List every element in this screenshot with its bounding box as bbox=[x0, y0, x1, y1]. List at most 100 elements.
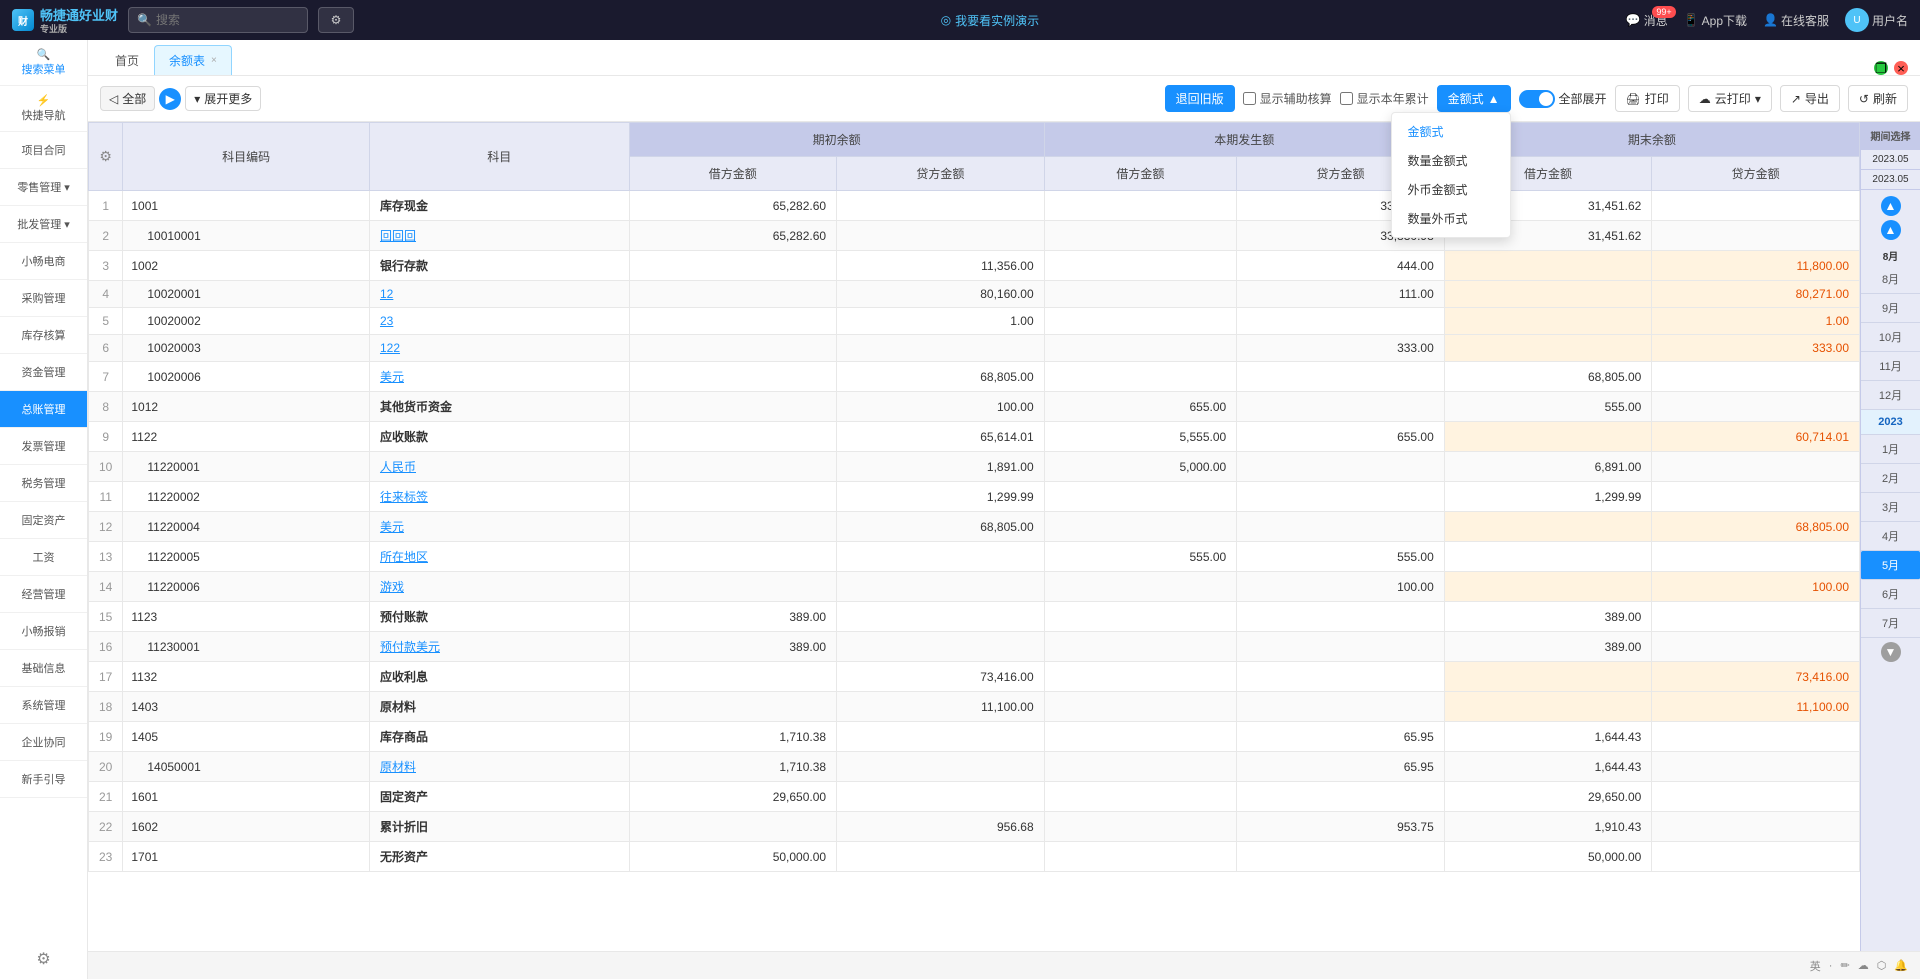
account-link[interactable]: 回回回 bbox=[380, 229, 416, 243]
table-row[interactable]: 11 11220002 往来标签 1,299.99 1,299.99 bbox=[89, 482, 1860, 512]
sidebar-item-系统管理[interactable]: 系统管理 bbox=[0, 687, 87, 724]
sidebar-item-经营管理[interactable]: 经营管理 bbox=[0, 576, 87, 613]
sidebar-item-小畅电商[interactable]: 小畅电商 bbox=[0, 243, 87, 280]
period-year-2023[interactable]: 2023 bbox=[1861, 410, 1920, 435]
table-row[interactable]: 2 10010001 回回回 65,282.60 33,830.98 31,45… bbox=[89, 221, 1860, 251]
cell-name[interactable]: 人民币 bbox=[369, 452, 629, 482]
account-link[interactable]: 往来标签 bbox=[380, 490, 428, 504]
period-month-12[interactable]: 12月 bbox=[1861, 381, 1920, 410]
expand-all-toggle[interactable]: 全部展开 bbox=[1519, 90, 1607, 108]
table-row[interactable]: 3 1002 银行存款 11,356.00 444.00 11,800.00 bbox=[89, 251, 1860, 281]
cell-name[interactable]: 23 bbox=[369, 308, 629, 335]
sidebar-item-采购管理[interactable]: 采购管理 bbox=[0, 280, 87, 317]
period-month-3[interactable]: 3月 bbox=[1861, 493, 1920, 522]
account-link[interactable]: 游戏 bbox=[380, 580, 404, 594]
table-row[interactable]: 9 1122 应收账款 65,614.01 5,555.00 655.00 60… bbox=[89, 422, 1860, 452]
account-link[interactable]: 美元 bbox=[380, 370, 404, 384]
table-row[interactable]: 13 11220005 所在地区 555.00 555.00 bbox=[89, 542, 1860, 572]
tab-home[interactable]: 首页 bbox=[100, 45, 154, 75]
sidebar-nav[interactable]: ⚡ 快捷导航 bbox=[0, 86, 87, 132]
show-auxiliary-check[interactable]: 显示辅助核算 bbox=[1243, 90, 1332, 107]
table-row[interactable]: 19 1405 库存商品 1,710.38 65.95 1,644.43 bbox=[89, 722, 1860, 752]
period-month-9[interactable]: 9月 bbox=[1861, 294, 1920, 323]
account-link[interactable]: 人民币 bbox=[380, 460, 416, 474]
cell-name[interactable]: 美元 bbox=[369, 362, 629, 392]
sidebar-item-库存核算[interactable]: 库存核算 bbox=[0, 317, 87, 354]
sidebar-item-总账管理[interactable]: 总账管理 bbox=[0, 391, 87, 428]
table-row[interactable]: 5 10020002 23 1.00 1.00 bbox=[89, 308, 1860, 335]
sidebar-item-基础信息[interactable]: 基础信息 bbox=[0, 650, 87, 687]
refresh-btn[interactable]: ↺ 刷新 bbox=[1848, 85, 1908, 112]
expand-more-btn[interactable]: ▾ 展开更多 bbox=[185, 86, 261, 111]
top-search-input[interactable] bbox=[156, 13, 276, 27]
tab-balance[interactable]: 余额表 × bbox=[154, 45, 232, 75]
sidebar-settings-btn[interactable]: ⚙ bbox=[4, 949, 83, 969]
sidebar-item-工资[interactable]: 工资 bbox=[0, 539, 87, 576]
table-row[interactable]: 12 11220004 美元 68,805.00 68,805.00 bbox=[89, 512, 1860, 542]
format-option-foreign-amount[interactable]: 外币金额式 bbox=[1392, 175, 1510, 204]
table-settings-btn[interactable]: ⚙ bbox=[99, 148, 112, 164]
table-row[interactable]: 1 1001 库存现金 65,282.60 33,830.98 31,451.6… bbox=[89, 191, 1860, 221]
table-row[interactable]: 20 14050001 原材料 1,710.38 65.95 1,644.43 bbox=[89, 752, 1860, 782]
sidebar-item-批发管理[interactable]: 批发管理 ▾ bbox=[0, 206, 87, 243]
cell-name[interactable]: 美元 bbox=[369, 512, 629, 542]
status-lang[interactable]: 英 bbox=[1810, 958, 1821, 974]
format-option-qty-amount[interactable]: 数量金额式 bbox=[1392, 146, 1510, 175]
period-month-1[interactable]: 1月 bbox=[1861, 435, 1920, 464]
cell-name[interactable]: 预付款美元 bbox=[369, 632, 629, 662]
cloud-print-btn[interactable]: ☁ 云打印 ▾ bbox=[1688, 85, 1772, 112]
period-month-4[interactable]: 4月 bbox=[1861, 522, 1920, 551]
table-row[interactable]: 6 10020003 122 333.00 333.00 bbox=[89, 335, 1860, 362]
table-row[interactable]: 14 11220006 游戏 100.00 100.00 bbox=[89, 572, 1860, 602]
format-option-qty-foreign[interactable]: 数量外币式 bbox=[1392, 204, 1510, 233]
period-month-7[interactable]: 7月 bbox=[1861, 609, 1920, 638]
table-row[interactable]: 15 1123 预付账款 389.00 389.00 bbox=[89, 602, 1860, 632]
period-month-10[interactable]: 10月 bbox=[1861, 323, 1920, 352]
account-link[interactable]: 预付款美元 bbox=[380, 640, 440, 654]
config-btn[interactable]: ⚙ bbox=[318, 7, 354, 33]
message-btn[interactable]: 💬 消息 99+ bbox=[1626, 12, 1668, 29]
period-month-5[interactable]: 5月 bbox=[1861, 551, 1920, 580]
sidebar-item-税务管理[interactable]: 税务管理 bbox=[0, 465, 87, 502]
table-row[interactable]: 10 11220001 人民币 1,891.00 5,000.00 6,891.… bbox=[89, 452, 1860, 482]
table-row[interactable]: 16 11230001 预付款美元 389.00 389.00 bbox=[89, 632, 1860, 662]
breadcrumb-all-btn[interactable]: ◁ 全部 bbox=[100, 86, 155, 111]
ytd-checkbox[interactable] bbox=[1340, 92, 1353, 105]
sidebar-item-企业协同[interactable]: 企业协同 bbox=[0, 724, 87, 761]
account-link[interactable]: 23 bbox=[380, 314, 393, 328]
sidebar-item-固定资产[interactable]: 固定资产 bbox=[0, 502, 87, 539]
show-ytd-check[interactable]: 显示本年累计 bbox=[1340, 90, 1429, 107]
toggle-label[interactable] bbox=[1519, 90, 1555, 108]
format-btn[interactable]: 金额式 ▲ bbox=[1437, 85, 1511, 112]
table-row[interactable]: 23 1701 无形资产 50,000.00 50,000.00 bbox=[89, 842, 1860, 872]
period-month-2[interactable]: 2月 bbox=[1861, 464, 1920, 493]
table-row[interactable]: 21 1601 固定资产 29,650.00 29,650.00 bbox=[89, 782, 1860, 812]
format-option-amount[interactable]: 金额式 bbox=[1392, 117, 1510, 146]
print-btn[interactable]: 🖨 打印 bbox=[1615, 85, 1680, 112]
sidebar-item-小畅报销[interactable]: 小畅报销 bbox=[0, 613, 87, 650]
cell-name[interactable]: 12 bbox=[369, 281, 629, 308]
sidebar-search[interactable]: 🔍 搜索菜单 bbox=[0, 40, 87, 86]
table-row[interactable]: 18 1403 原材料 11,100.00 11,100.00 bbox=[89, 692, 1860, 722]
period-month-11[interactable]: 11月 bbox=[1861, 352, 1920, 381]
table-row[interactable]: 22 1602 累计折旧 956.68 953.75 1,910.43 bbox=[89, 812, 1860, 842]
return-old-btn[interactable]: 退回旧版 bbox=[1165, 85, 1235, 112]
account-link[interactable]: 所在地区 bbox=[380, 550, 428, 564]
cell-name[interactable]: 往来标签 bbox=[369, 482, 629, 512]
auxiliary-checkbox[interactable] bbox=[1243, 92, 1256, 105]
cell-name[interactable]: 122 bbox=[369, 335, 629, 362]
account-link[interactable]: 12 bbox=[380, 287, 393, 301]
period-nav-up-btn[interactable]: ▲ bbox=[1881, 196, 1901, 216]
demo-link[interactable]: ◎ 我要看实例演示 bbox=[941, 12, 1040, 29]
account-link[interactable]: 美元 bbox=[380, 520, 404, 534]
service-btn[interactable]: 👤 在线客服 bbox=[1763, 12, 1829, 29]
tab-close-btn[interactable]: × bbox=[211, 55, 217, 66]
win-close-btn[interactable]: × bbox=[1894, 61, 1908, 75]
nav-forward-btn[interactable]: ▶ bbox=[159, 88, 181, 110]
account-link[interactable]: 122 bbox=[380, 341, 400, 355]
top-search-box[interactable]: 🔍 bbox=[128, 7, 308, 33]
cell-name[interactable]: 回回回 bbox=[369, 221, 629, 251]
sidebar-item-零售管理[interactable]: 零售管理 ▾ bbox=[0, 169, 87, 206]
period-nav-up2-btn[interactable]: ▲ bbox=[1881, 220, 1901, 240]
table-row[interactable]: 7 10020006 美元 68,805.00 68,805.00 bbox=[89, 362, 1860, 392]
